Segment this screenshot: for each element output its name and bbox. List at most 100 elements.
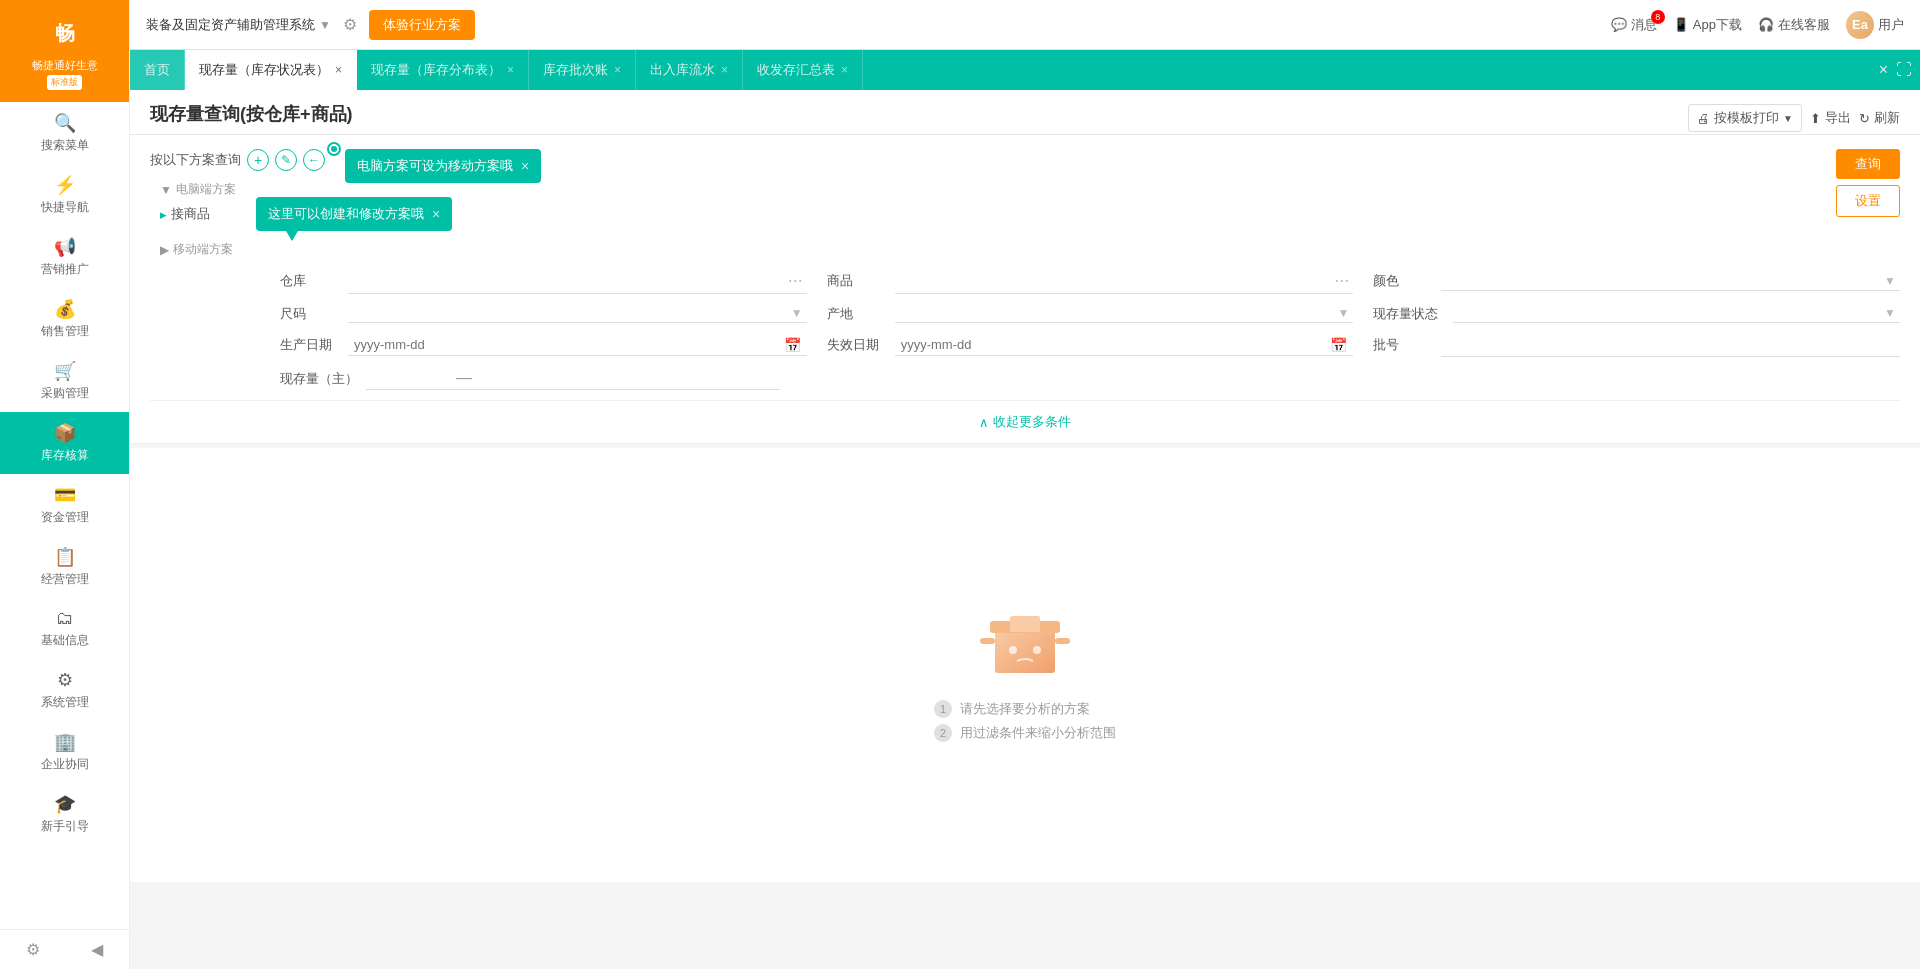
- system-icon: ⚙: [57, 669, 73, 691]
- sidebar-item-search[interactable]: 🔍 搜索菜单: [0, 102, 129, 164]
- sidebar-bottom: ⚙ ◀: [0, 929, 129, 969]
- tab-close-icon[interactable]: ×: [335, 63, 342, 77]
- tab-inventory-dist-label: 现存量（库存分布表）: [371, 61, 501, 79]
- query-btn[interactable]: 查询: [1836, 149, 1900, 179]
- sales-icon: 💰: [54, 298, 76, 320]
- color-dropdown-icon[interactable]: ▼: [1884, 274, 1896, 288]
- size-dropdown-icon[interactable]: ▼: [791, 306, 803, 320]
- scheme-bullet: ▸: [160, 207, 167, 222]
- stock-status-select-area[interactable]: ▼: [1453, 304, 1900, 323]
- tooltip2-close-btn[interactable]: ×: [432, 206, 440, 222]
- sidebar-item-enterprise[interactable]: 🏢 企业协同: [0, 721, 129, 783]
- tab-close-icon[interactable]: ×: [841, 63, 848, 77]
- tab-home[interactable]: 首页: [130, 50, 185, 90]
- produce-date-from[interactable]: [354, 337, 784, 352]
- produce-date-label: 生产日期: [280, 336, 340, 354]
- print-btn[interactable]: 🖨 按模板打印 ▼: [1688, 104, 1802, 132]
- export-btn[interactable]: ⬆ 导出: [1810, 109, 1851, 127]
- logo-title: 畅捷通好生意: [32, 58, 98, 73]
- tab-close-icon[interactable]: ×: [721, 63, 728, 77]
- edit-scheme-btn[interactable]: ✎: [275, 149, 297, 171]
- stock-status-dropdown-icon[interactable]: ▼: [1884, 306, 1896, 320]
- sidebar-item-quick[interactable]: ⚡ 快捷导航: [0, 164, 129, 226]
- sidebar-item-label: 资金管理: [41, 509, 89, 526]
- refresh-btn[interactable]: ↻ 刷新: [1859, 109, 1900, 127]
- sidebar-item-label: 经营管理: [41, 571, 89, 588]
- tab-collect-label: 收发存汇总表: [757, 61, 835, 79]
- sidebar-item-inventory[interactable]: 📦 库存核算: [0, 412, 129, 474]
- sidebar-item-purchase[interactable]: 🛒 采购管理: [0, 350, 129, 412]
- origin-select-area[interactable]: ▼: [895, 304, 1354, 323]
- tab-close-icon[interactable]: ×: [507, 63, 514, 77]
- sidebar-item-operations[interactable]: 📋 经营管理: [0, 536, 129, 598]
- reset-btn[interactable]: 设置: [1836, 185, 1900, 217]
- dot-indicator: [329, 144, 339, 154]
- user-label: 用户: [1878, 16, 1904, 34]
- batch-num-label: 批号: [1373, 336, 1433, 354]
- tab-batch[interactable]: 库存批次账 ×: [529, 50, 636, 90]
- tab-collect[interactable]: 收发存汇总表 ×: [743, 50, 863, 90]
- system-title[interactable]: 装备及固定资产辅助管理系统 ▼: [146, 16, 331, 34]
- filter-scheme-row: ▼ 电脑端方案 ▸ 接商品 这里可以创建和修改方案哦 ×: [150, 181, 1900, 231]
- tab-inout[interactable]: 出入库流水 ×: [636, 50, 743, 90]
- sidebar-item-system[interactable]: ⚙ 系统管理: [0, 659, 129, 721]
- produce-date-calendar-icon[interactable]: 📅: [784, 337, 801, 353]
- tab-inout-label: 出入库流水: [650, 61, 715, 79]
- dropdown-chevron-icon: ▼: [319, 18, 331, 32]
- stock-qty-range: —: [366, 367, 780, 390]
- trial-btn[interactable]: 体验行业方案: [369, 10, 475, 40]
- expire-date-input[interactable]: 📅: [895, 335, 1354, 356]
- sidebar-nav: 🔍 搜索菜单 ⚡ 快捷导航 📢 营销推广 💰 销售管理 🛒 采购管理 📦 库存核…: [0, 102, 129, 929]
- filter-fields-row4: 现存量（主） —: [280, 367, 1900, 390]
- tab-close-icon[interactable]: ×: [614, 63, 621, 77]
- tooltip2: 这里可以创建和修改方案哦 ×: [256, 197, 452, 231]
- goods-dots-icon[interactable]: ···: [1334, 270, 1349, 291]
- scheme-item-desktop[interactable]: ▸ 接商品: [160, 202, 236, 226]
- produce-date-input[interactable]: 📅: [348, 335, 807, 356]
- warehouse-dots-icon[interactable]: ···: [788, 270, 803, 291]
- refresh-icon: ↻: [1859, 111, 1870, 126]
- settings-bottom-btn[interactable]: ⚙: [26, 940, 40, 959]
- close-all-tabs-icon[interactable]: ×: [1879, 61, 1888, 79]
- tab-inventory-dist[interactable]: 现存量（库存分布表） ×: [357, 50, 529, 90]
- tooltip1-close-btn[interactable]: ×: [521, 158, 529, 174]
- size-select-area[interactable]: ▼: [348, 304, 807, 323]
- expire-date-from[interactable]: [901, 337, 1331, 352]
- goods-input-area[interactable]: ···: [895, 268, 1354, 294]
- sidebar-item-sales[interactable]: 💰 销售管理: [0, 288, 129, 350]
- back-scheme-btn[interactable]: ←: [303, 149, 325, 171]
- stock-qty-to[interactable]: [478, 371, 558, 386]
- tab-inventory-status[interactable]: 现存量（库存状况表） ×: [185, 50, 357, 90]
- color-select-area[interactable]: ▼: [1441, 272, 1900, 291]
- chevron-up-icon: ∧: [979, 415, 989, 430]
- collapse-label: 收起更多条件: [993, 413, 1071, 431]
- empty-illustration: [975, 588, 1075, 688]
- sidebar-item-basic[interactable]: 🗂 基础信息: [0, 598, 129, 659]
- settings-gear-icon[interactable]: ⚙: [343, 15, 357, 34]
- origin-dropdown-icon[interactable]: ▼: [1337, 306, 1349, 320]
- empty-step2-num: 2: [934, 724, 952, 742]
- fullscreen-icon[interactable]: ⛶: [1896, 61, 1912, 79]
- support-btn[interactable]: 🎧 在线客服: [1758, 16, 1830, 34]
- app-download-btn[interactable]: 📱 App下载: [1673, 16, 1742, 34]
- phone-icon: 📱: [1673, 17, 1689, 32]
- batch-num-input[interactable]: [1441, 333, 1900, 357]
- user-btn[interactable]: Ea 用户: [1846, 11, 1904, 39]
- topbar: 装备及固定资产辅助管理系统 ▼ ⚙ 体验行业方案 💬 8 消息 📱 App下载 …: [130, 0, 1920, 50]
- expire-date-calendar-icon[interactable]: 📅: [1330, 337, 1347, 353]
- stock-qty-label: 现存量（主）: [280, 370, 358, 388]
- sidebar-item-finance[interactable]: 💳 资金管理: [0, 474, 129, 536]
- sidebar-item-guide[interactable]: 🎓 新手引导: [0, 783, 129, 845]
- sidebar-item-marketing[interactable]: 📢 营销推广: [0, 226, 129, 288]
- filter-field-stock-status: 现存量状态 ▼: [1373, 304, 1900, 323]
- search-icon: 🔍: [54, 112, 76, 134]
- empty-text-row2: 2 用过滤条件来缩小分析范围: [934, 724, 1116, 742]
- collapse-btn[interactable]: ∧ 收起更多条件: [150, 407, 1900, 437]
- content: 现存量查询(按仓库+商品) 🖨 按模板打印 ▼ ⬆ 导出 ↻ 刷新: [130, 90, 1920, 969]
- add-scheme-btn[interactable]: +: [247, 149, 269, 171]
- sidebar-item-label: 库存核算: [41, 447, 89, 464]
- messages-btn[interactable]: 💬 8 消息: [1611, 16, 1657, 34]
- warehouse-input-area[interactable]: ···: [348, 268, 807, 294]
- stock-qty-from[interactable]: [370, 371, 450, 386]
- collapse-sidebar-btn[interactable]: ◀: [91, 940, 103, 959]
